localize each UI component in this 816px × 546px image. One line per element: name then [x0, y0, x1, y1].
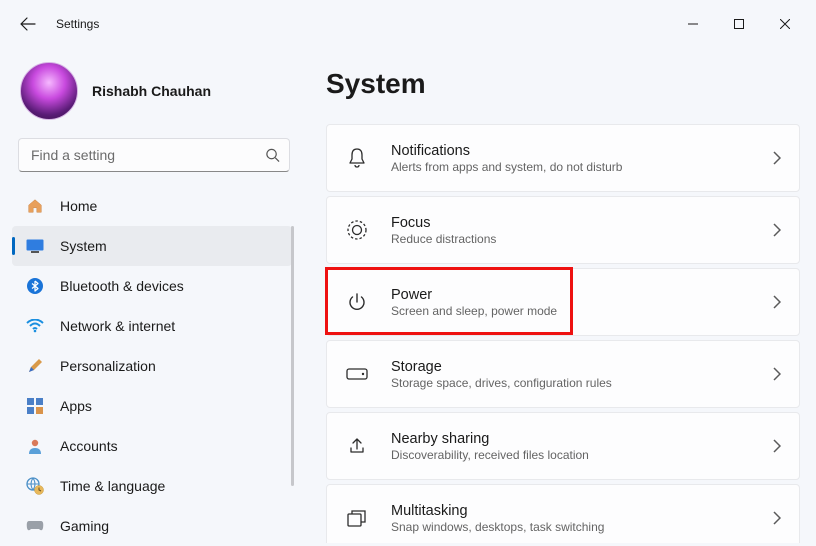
sidebar-item-label: Home	[60, 198, 97, 214]
profile-section[interactable]: Rishabh Chauhan	[12, 56, 300, 138]
gamepad-icon	[26, 517, 44, 535]
chevron-right-icon	[773, 511, 781, 525]
globe-clock-icon	[26, 477, 44, 495]
storage-icon	[345, 362, 369, 386]
sidebar-item-gaming[interactable]: Gaming	[12, 506, 292, 546]
page-title: System	[326, 68, 800, 100]
sidebar-item-network[interactable]: Network & internet	[12, 306, 292, 346]
focus-icon	[345, 218, 369, 242]
wifi-icon	[26, 317, 44, 335]
search-icon	[265, 148, 280, 163]
arrow-left-icon	[20, 16, 36, 32]
window-title: Settings	[56, 17, 99, 31]
card-title: Notifications	[391, 143, 773, 159]
content-area: System Notifications Alerts from apps an…	[300, 48, 816, 543]
card-subtitle: Snap windows, desktops, task switching	[391, 520, 773, 534]
card-subtitle: Storage space, drives, configuration rul…	[391, 376, 773, 390]
back-button[interactable]	[8, 4, 48, 44]
sidebar-item-accounts[interactable]: Accounts	[12, 426, 292, 466]
sidebar-item-label: Bluetooth & devices	[60, 278, 184, 294]
search-wrap	[18, 138, 290, 172]
home-icon	[26, 197, 44, 215]
card-notifications[interactable]: Notifications Alerts from apps and syste…	[326, 124, 800, 192]
multitasking-icon	[345, 506, 369, 530]
card-title: Nearby sharing	[391, 431, 773, 447]
apps-icon	[26, 397, 44, 415]
chevron-right-icon	[773, 223, 781, 237]
sidebar-item-label: Time & language	[60, 478, 165, 494]
bell-icon	[345, 146, 369, 170]
card-power[interactable]: Power Screen and sleep, power mode	[326, 268, 800, 336]
close-icon	[780, 19, 790, 29]
sidebar-item-label: System	[60, 238, 107, 254]
card-subtitle: Reduce distractions	[391, 232, 773, 246]
system-icon	[26, 237, 44, 255]
card-storage[interactable]: Storage Storage space, drives, configura…	[326, 340, 800, 408]
card-focus[interactable]: Focus Reduce distractions	[326, 196, 800, 264]
card-title: Multitasking	[391, 503, 773, 519]
sidebar-item-time-language[interactable]: Time & language	[12, 466, 292, 506]
sidebar-scrollbar[interactable]	[291, 226, 294, 486]
sidebar-item-label: Network & internet	[60, 318, 175, 334]
avatar	[20, 62, 78, 120]
card-multitasking[interactable]: Multitasking Snap windows, desktops, tas…	[326, 484, 800, 543]
sidebar: Rishabh Chauhan Home System	[0, 48, 300, 543]
sidebar-item-personalization[interactable]: Personalization	[12, 346, 292, 386]
window-controls	[670, 8, 808, 40]
titlebar: Settings	[0, 0, 816, 48]
nav-list: Home System Bluetooth & devices Network …	[12, 186, 300, 546]
maximize-icon	[734, 19, 744, 29]
sidebar-item-label: Apps	[60, 398, 92, 414]
sidebar-item-apps[interactable]: Apps	[12, 386, 292, 426]
bluetooth-icon	[26, 277, 44, 295]
minimize-icon	[688, 19, 698, 29]
card-subtitle: Screen and sleep, power mode	[391, 304, 773, 318]
card-subtitle: Discoverability, received files location	[391, 448, 773, 462]
close-button[interactable]	[762, 8, 808, 40]
card-subtitle: Alerts from apps and system, do not dist…	[391, 160, 773, 174]
chevron-right-icon	[773, 439, 781, 453]
card-title: Power	[391, 287, 773, 303]
chevron-right-icon	[773, 367, 781, 381]
sidebar-item-label: Accounts	[60, 438, 118, 454]
person-icon	[26, 437, 44, 455]
user-name: Rishabh Chauhan	[92, 83, 211, 99]
paintbrush-icon	[26, 357, 44, 375]
maximize-button[interactable]	[716, 8, 762, 40]
card-title: Focus	[391, 215, 773, 231]
sidebar-item-label: Gaming	[60, 518, 109, 534]
power-icon	[345, 290, 369, 314]
minimize-button[interactable]	[670, 8, 716, 40]
share-icon	[345, 434, 369, 458]
card-nearby-sharing[interactable]: Nearby sharing Discoverability, received…	[326, 412, 800, 480]
card-title: Storage	[391, 359, 773, 375]
sidebar-item-system[interactable]: System	[12, 226, 292, 266]
search-input[interactable]	[18, 138, 290, 172]
chevron-right-icon	[773, 151, 781, 165]
sidebar-item-label: Personalization	[60, 358, 156, 374]
sidebar-item-home[interactable]: Home	[12, 186, 292, 226]
sidebar-item-bluetooth[interactable]: Bluetooth & devices	[12, 266, 292, 306]
chevron-right-icon	[773, 295, 781, 309]
